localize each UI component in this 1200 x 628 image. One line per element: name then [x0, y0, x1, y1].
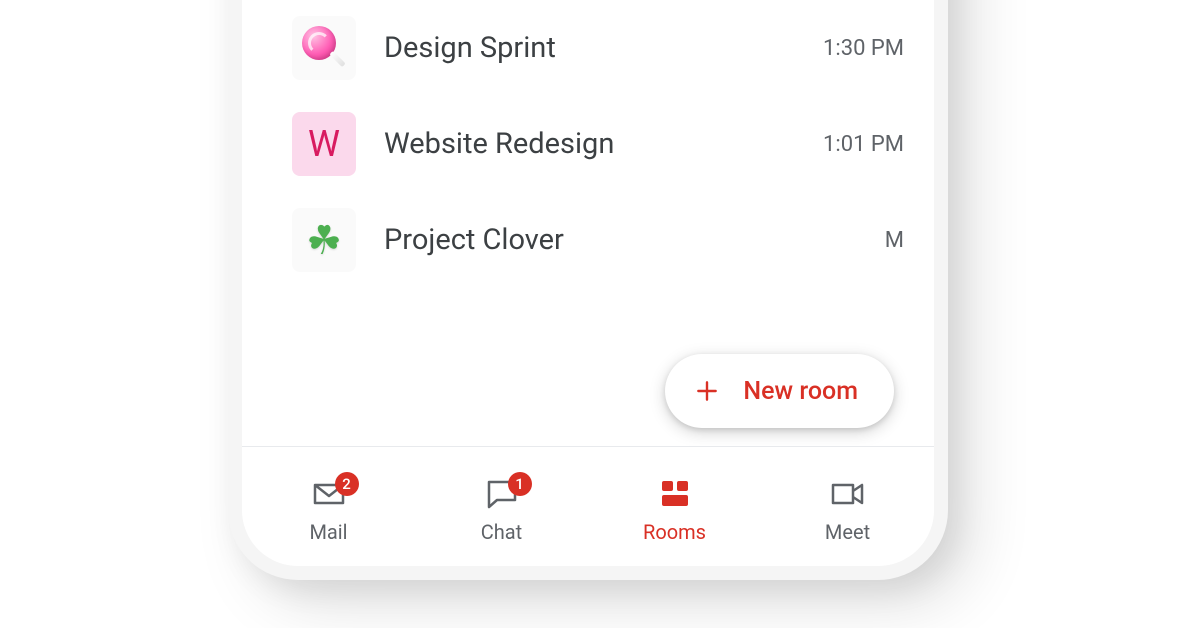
nav-item-rooms[interactable]: Rooms	[588, 447, 761, 566]
nav-item-meet[interactable]: Meet	[761, 447, 934, 566]
candy-icon	[292, 16, 356, 80]
room-name: Design Sprint	[384, 31, 795, 65]
nav-label: Rooms	[643, 520, 706, 544]
nav-item-chat[interactable]: 1 Chat	[415, 447, 588, 566]
nav-label: Meet	[825, 520, 870, 544]
room-time: 1:01 PM	[823, 132, 904, 157]
room-time: M	[885, 228, 904, 253]
plus-icon	[693, 377, 721, 405]
phone-frame: Design Sprint 1:30 PM W Website Redesign…	[228, 0, 948, 580]
letter-avatar-icon: W	[292, 112, 356, 176]
fab-label: New room	[743, 377, 858, 406]
room-item-website-redesign[interactable]: W Website Redesign 1:01 PM	[242, 96, 934, 192]
room-name: Website Redesign	[384, 127, 795, 161]
badge: 1	[508, 472, 532, 496]
rooms-icon	[659, 479, 691, 513]
room-item-project-clover[interactable]: ☘ Project Clover M	[242, 192, 934, 288]
room-item-design-sprint[interactable]: Design Sprint 1:30 PM	[242, 0, 934, 96]
room-time: 1:30 PM	[823, 36, 904, 61]
room-name: Project Clover	[384, 223, 857, 257]
new-room-button[interactable]: New room	[665, 354, 894, 428]
nav-label: Mail	[309, 520, 347, 544]
badge: 2	[335, 472, 359, 496]
nav-label: Chat	[481, 520, 522, 544]
nav-item-mail[interactable]: 2 Mail	[242, 447, 415, 566]
meet-icon	[830, 480, 866, 512]
screen-content: Design Sprint 1:30 PM W Website Redesign…	[242, 0, 934, 566]
clover-icon: ☘	[292, 208, 356, 272]
room-list: Design Sprint 1:30 PM W Website Redesign…	[242, 0, 934, 288]
bottom-nav: 2 Mail 1 Chat	[242, 446, 934, 566]
